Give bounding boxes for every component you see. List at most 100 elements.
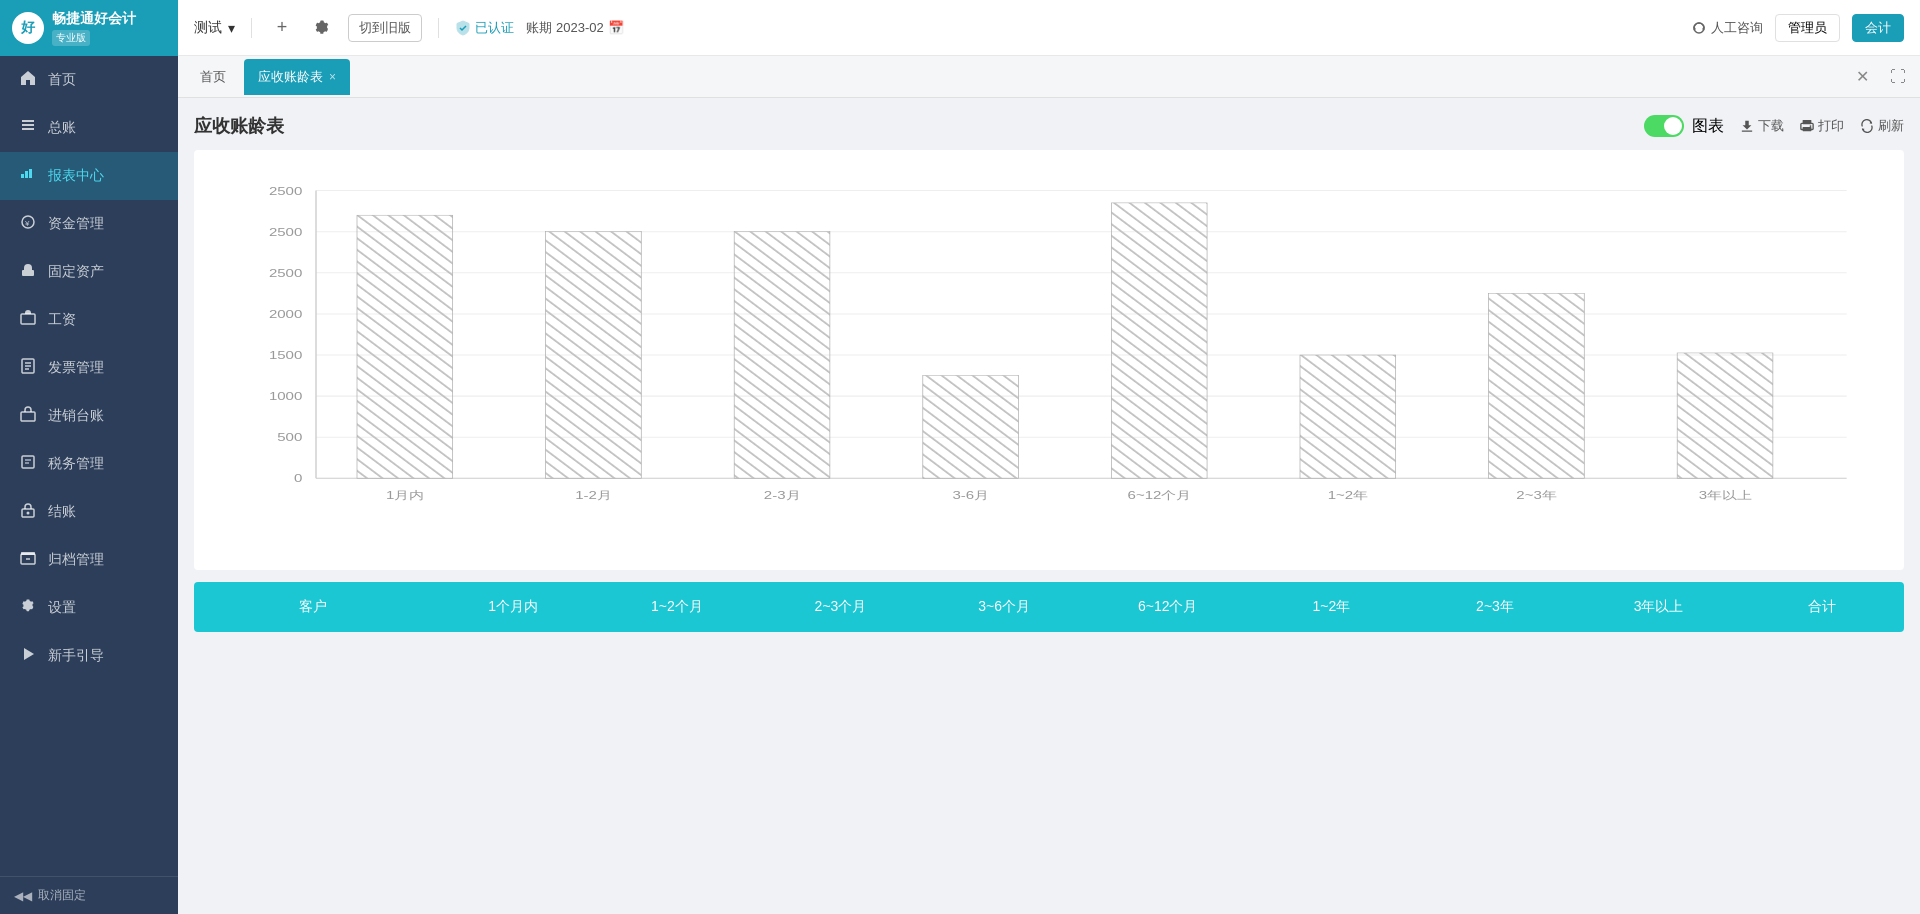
table-header-6-12m: 6~12个月	[1086, 582, 1250, 632]
svg-text:3年以上: 3年以上	[1699, 489, 1751, 502]
svg-text:500: 500	[277, 431, 302, 444]
sidebar-item-tax[interactable]: 税务管理	[0, 440, 178, 488]
table-header-1m: 1个月内	[431, 582, 595, 632]
pin-label: 取消固定	[38, 887, 86, 904]
settings-gear-button[interactable]	[308, 14, 336, 42]
tab-aging-label: 应收账龄表	[258, 68, 323, 86]
period-info: 账期 2023-02 📅	[526, 19, 624, 37]
svg-text:¥: ¥	[24, 219, 30, 228]
print-button[interactable]: 打印	[1800, 117, 1844, 135]
company-selector[interactable]: 测试 ▾	[194, 19, 235, 37]
svg-text:2500: 2500	[269, 184, 302, 197]
svg-marker-20	[24, 648, 34, 660]
sidebar-item-label: 工资	[48, 311, 76, 329]
svg-rect-56	[1677, 353, 1773, 478]
svg-text:6~12个月: 6~12个月	[1128, 489, 1191, 502]
tab-home[interactable]: 首页	[186, 59, 240, 95]
plus-icon: +	[277, 17, 288, 38]
switch-old-button[interactable]: 切到旧版	[348, 14, 422, 42]
sidebar-item-archive[interactable]: 归档管理	[0, 536, 178, 584]
tab-close-button[interactable]: ×	[329, 70, 336, 84]
sidebar-item-label: 报表中心	[48, 167, 104, 185]
refresh-label: 刷新	[1878, 117, 1904, 135]
archive-icon	[18, 550, 38, 570]
sidebar: 好 畅捷通好会计 专业版 首页 总账 报表中心	[0, 0, 178, 914]
accountant-button[interactable]: 会计	[1852, 14, 1904, 42]
sidebar-item-invoice[interactable]: 发票管理	[0, 344, 178, 392]
svg-text:1500: 1500	[269, 349, 302, 362]
certified-label: 已认证	[475, 19, 514, 37]
shield-icon	[455, 20, 471, 36]
svg-rect-23	[1703, 27, 1705, 30]
sidebar-item-assets[interactable]: 固定资产	[0, 248, 178, 296]
sidebar-item-guide[interactable]: 新手引导	[0, 632, 178, 680]
sidebar-item-inventory[interactable]: 进销台账	[0, 392, 178, 440]
home-icon	[18, 70, 38, 90]
table-container: 客户 1个月内 1~2个月 2~3个月 3~6个月 6~12个月 1~2年 2~…	[194, 582, 1904, 632]
calendar-icon[interactable]: 📅	[608, 20, 624, 35]
chart-toggle-group: 图表	[1644, 115, 1724, 137]
svg-rect-53	[1111, 203, 1207, 478]
svg-rect-50	[546, 232, 642, 479]
table-header-customer: 客户	[194, 582, 431, 632]
period-label-text: 账期	[526, 19, 552, 37]
sidebar-item-label: 税务管理	[48, 455, 104, 473]
svg-text:2-3月: 2-3月	[764, 489, 800, 502]
add-button[interactable]: +	[268, 14, 296, 42]
consult-button[interactable]: 人工咨询	[1691, 19, 1763, 37]
assets-icon	[18, 262, 38, 282]
svg-text:2500: 2500	[269, 267, 302, 280]
svg-point-16	[27, 512, 30, 515]
table-header-1-2y: 1~2年	[1250, 582, 1414, 632]
sidebar-item-label: 进销台账	[48, 407, 104, 425]
print-label: 打印	[1818, 117, 1844, 135]
sidebar-item-label: 固定资产	[48, 263, 104, 281]
sidebar-item-payroll[interactable]: 工资	[0, 296, 178, 344]
manager-button[interactable]: 管理员	[1775, 14, 1840, 42]
sidebar-item-label: 资金管理	[48, 215, 104, 233]
reports-icon	[18, 166, 38, 186]
sidebar-item-ledger[interactable]: 总账	[0, 104, 178, 152]
expand-tab-button[interactable]: ⛶	[1884, 63, 1912, 91]
sidebar-item-label: 归档管理	[48, 551, 104, 569]
sidebar-item-closing[interactable]: 结账	[0, 488, 178, 536]
tax-icon	[18, 454, 38, 474]
tab-aging[interactable]: 应收账龄表 ×	[244, 59, 350, 95]
company-name: 测试	[194, 19, 222, 37]
svg-text:1~2年: 1~2年	[1328, 489, 1368, 502]
svg-text:1000: 1000	[269, 390, 302, 403]
print-icon	[1800, 119, 1814, 133]
download-icon	[1740, 119, 1754, 133]
chart-toggle-switch[interactable]	[1644, 115, 1684, 137]
chart-wrapper: 2500 2500 2500 2000 1500 1000 500 0	[234, 170, 1874, 540]
svg-rect-0	[22, 120, 34, 122]
svg-rect-6	[21, 314, 35, 324]
sidebar-item-label: 设置	[48, 599, 76, 617]
pin-icon: ◀◀	[14, 889, 32, 903]
topbar-right: 人工咨询 管理员 会计	[1691, 14, 1904, 42]
svg-rect-49	[357, 215, 453, 478]
logo-icon: 好	[12, 12, 44, 44]
sidebar-item-funds[interactable]: ¥ 资金管理	[0, 200, 178, 248]
svg-text:2500: 2500	[269, 226, 302, 239]
download-button[interactable]: 下载	[1740, 117, 1784, 135]
sidebar-item-label: 总账	[48, 119, 76, 137]
refresh-button[interactable]: 刷新	[1860, 117, 1904, 135]
inventory-icon	[18, 406, 38, 426]
chart-container: 2500 2500 2500 2000 1500 1000 500 0	[194, 150, 1904, 570]
svg-rect-2	[22, 128, 34, 130]
svg-rect-11	[21, 412, 35, 421]
table-header-2-3m: 2~3个月	[759, 582, 923, 632]
page-title: 应收账龄表	[194, 114, 284, 138]
close-tab-button[interactable]: ✕	[1848, 63, 1876, 91]
funds-icon: ¥	[18, 214, 38, 234]
svg-rect-1	[22, 124, 34, 126]
svg-text:2000: 2000	[269, 308, 302, 321]
guide-icon	[18, 646, 38, 666]
svg-text:3-6月: 3-6月	[952, 489, 988, 502]
sidebar-item-settings[interactable]: 设置	[0, 584, 178, 632]
sidebar-item-home[interactable]: 首页	[0, 56, 178, 104]
sidebar-item-reports[interactable]: 报表中心	[0, 152, 178, 200]
unpin-button[interactable]: ◀◀ 取消固定	[0, 876, 178, 914]
certified-badge: 已认证	[455, 19, 514, 37]
